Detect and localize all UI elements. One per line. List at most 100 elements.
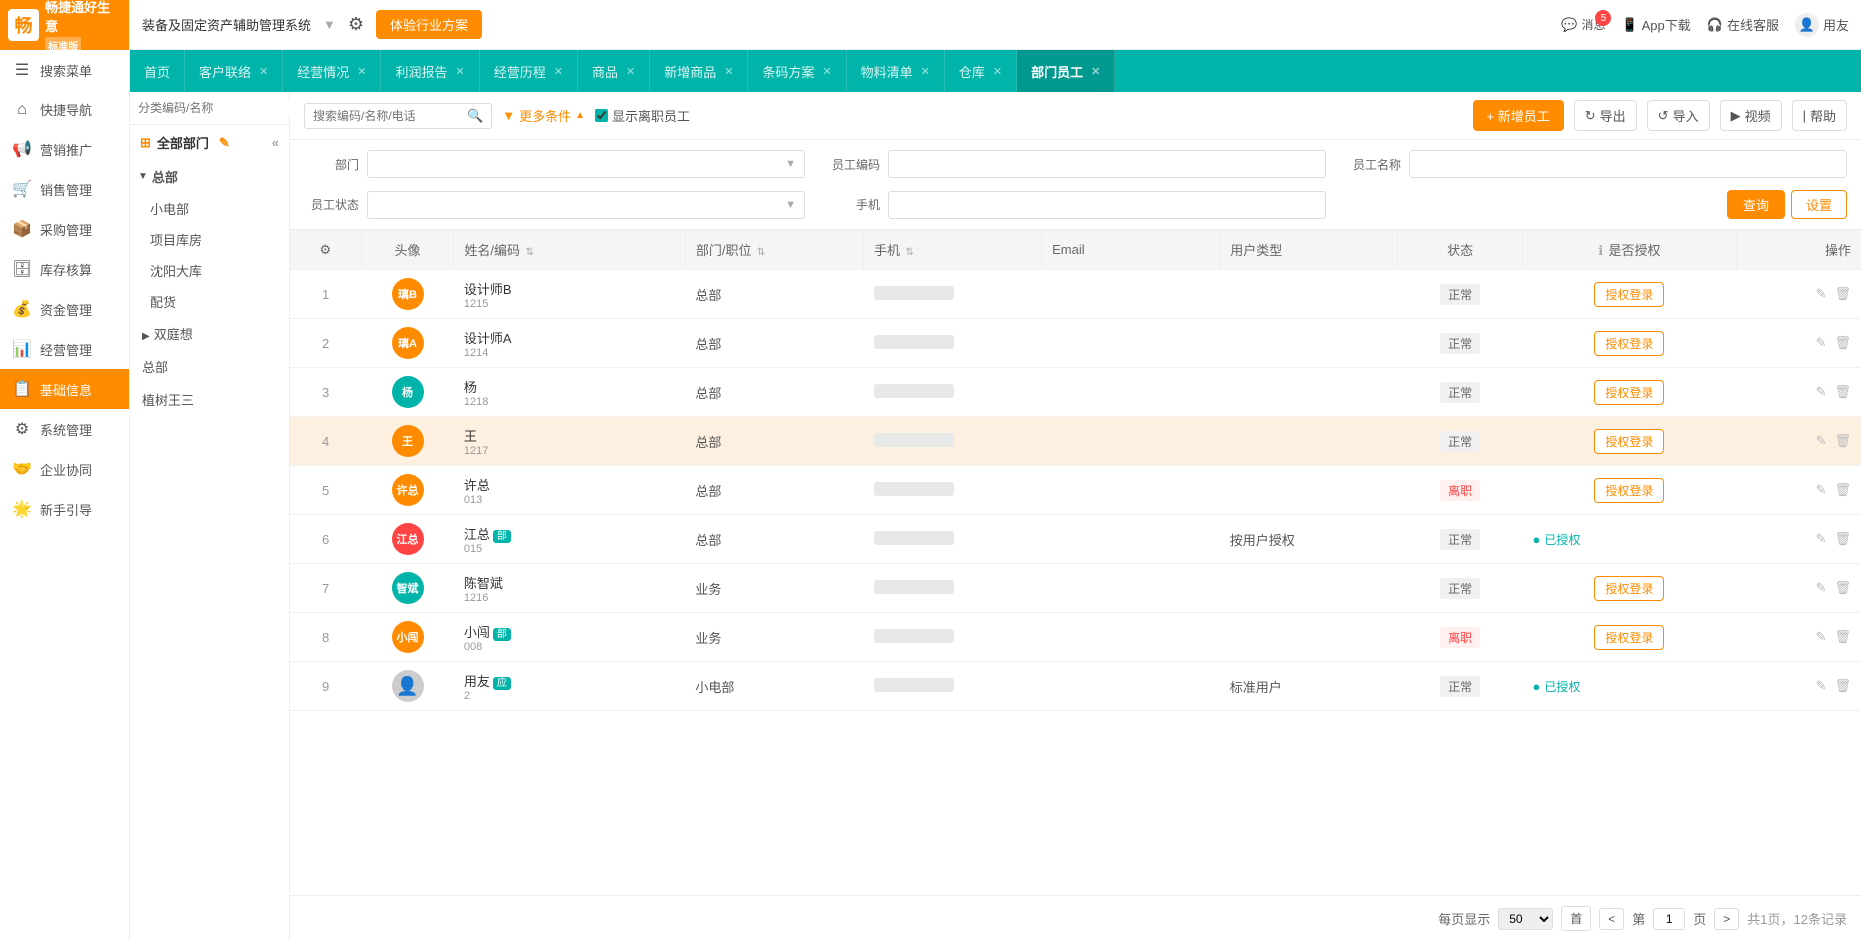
query-button[interactable]: 查询 [1727, 190, 1785, 219]
th-phone[interactable]: 手机 ⇅ [864, 230, 1042, 270]
sidebar-item-guide[interactable]: 🌟 新手引导 [0, 489, 129, 529]
tree-search-input[interactable] [138, 101, 293, 115]
sidebar-item-search-menu[interactable]: ☰ 搜索菜单 [0, 50, 129, 90]
edit-icon[interactable]: ✎ [1816, 531, 1827, 547]
export-button[interactable]: ↻ 导出 [1574, 100, 1637, 131]
filter-name-input[interactable] [1409, 150, 1847, 178]
filter-phone-input[interactable] [888, 191, 1326, 219]
show-resigned-checkbox-label[interactable]: 显示离职员工 [595, 106, 690, 125]
close-customer-tab[interactable]: ✕ [259, 65, 268, 78]
delete-icon[interactable]: 🗑 [1834, 629, 1851, 645]
tab-products[interactable]: 商品 ✕ [578, 50, 650, 92]
delete-icon[interactable]: 🗑 [1834, 531, 1851, 547]
help-button[interactable]: | 帮助 [1792, 100, 1847, 131]
close-warehouse-tab[interactable]: ✕ [993, 65, 1002, 78]
per-page-select[interactable]: 50 100 [1498, 908, 1553, 930]
close-operation-history-tab[interactable]: ✕ [554, 65, 563, 78]
delete-icon[interactable]: 🗑 [1834, 482, 1851, 498]
sidebar-item-basic-info[interactable]: 📋 基础信息 [0, 369, 129, 409]
edit-icon[interactable]: ✎ [1816, 482, 1827, 498]
edit-icon[interactable]: ✎ [1816, 580, 1827, 596]
tree-group-headquarters[interactable]: ▼ 总部 [130, 160, 289, 193]
auth-login-button[interactable]: 授权登录 [1594, 478, 1664, 503]
trial-button[interactable]: 体验行业方案 [376, 10, 482, 39]
auth-login-button[interactable]: 授权登录 [1594, 331, 1664, 356]
view-button[interactable]: ▶ 视频 [1720, 100, 1782, 131]
sidebar-item-collab[interactable]: 🤝 企业协同 [0, 449, 129, 489]
add-employee-button[interactable]: + 新增员工 [1473, 100, 1564, 131]
set-button[interactable]: 设置 [1791, 190, 1847, 219]
next-page-button[interactable]: > [1714, 908, 1739, 930]
th-name[interactable]: 姓名/编码 ⇅ [454, 230, 686, 270]
auth-login-button[interactable]: 授权登录 [1594, 429, 1664, 454]
tab-warehouse[interactable]: 仓库 ✕ [945, 50, 1017, 92]
show-resigned-checkbox[interactable] [595, 109, 608, 122]
tree-edit-icon[interactable]: ✎ [219, 135, 230, 151]
filter-code-input[interactable] [888, 150, 1326, 178]
auth-login-button[interactable]: 授权登录 [1594, 576, 1664, 601]
tab-profit[interactable]: 利润报告 ✕ [381, 50, 479, 92]
tab-material-list[interactable]: 物料清单 ✕ [847, 50, 945, 92]
sidebar-item-finance[interactable]: 💰 资金管理 [0, 289, 129, 329]
tab-barcode[interactable]: 条码方案 ✕ [748, 50, 846, 92]
edit-icon[interactable]: ✎ [1816, 286, 1827, 302]
tab-operation-status[interactable]: 经营情况 ✕ [283, 50, 381, 92]
th-dept[interactable]: 部门/职位 ⇅ [685, 230, 863, 270]
edit-icon[interactable]: ✎ [1816, 384, 1827, 400]
sidebar-item-operation[interactable]: 📊 经营管理 [0, 329, 129, 369]
topbar-dropdown-arrow[interactable]: ▼ [323, 17, 336, 32]
message-icon-btn[interactable]: 💬 消息 5 [1561, 16, 1605, 33]
page-number-input[interactable] [1653, 908, 1685, 930]
tree-item-headquarters[interactable]: 总部 [130, 350, 289, 383]
delete-icon[interactable]: 🗑 [1834, 384, 1851, 400]
tab-add-product[interactable]: 新增商品 ✕ [650, 50, 748, 92]
th-settings[interactable]: ⚙ [290, 230, 361, 270]
tree-item-zhushuwangsan[interactable]: 植树王三 [130, 383, 289, 416]
delete-icon[interactable]: 🗑 [1834, 433, 1851, 449]
tab-department[interactable]: 部门员工 ✕ [1017, 50, 1115, 92]
edit-icon[interactable]: ✎ [1816, 629, 1827, 645]
close-products-tab[interactable]: ✕ [626, 65, 635, 78]
delete-icon[interactable]: 🗑 [1834, 335, 1851, 351]
delete-icon[interactable]: 🗑 [1834, 286, 1851, 302]
edit-icon[interactable]: ✎ [1816, 433, 1827, 449]
close-add-product-tab[interactable]: ✕ [724, 65, 733, 78]
prev-page-button[interactable]: < [1599, 908, 1624, 930]
tab-customer[interactable]: 客户联络 ✕ [185, 50, 283, 92]
auth-login-button[interactable]: 授权登录 [1594, 380, 1664, 405]
tree-item-shenyang[interactable]: 沈阳大库 [130, 255, 289, 286]
tree-item-delivery[interactable]: 配货 [130, 286, 289, 317]
delete-icon[interactable]: 🗑 [1834, 678, 1851, 694]
tree-item-project-warehouse[interactable]: 项目库房 [130, 224, 289, 255]
filter-search-input[interactable] [313, 109, 463, 123]
auth-login-button[interactable]: 授权登录 [1594, 282, 1664, 307]
edit-icon[interactable]: ✎ [1816, 335, 1827, 351]
sidebar-item-marketing[interactable]: 📢 营销推广 [0, 129, 129, 169]
filter-status-select[interactable]: ▼ [367, 191, 805, 219]
import-button[interactable]: ↺ 导入 [1647, 100, 1710, 131]
tree-item-shuangting[interactable]: ▶双庭想 [130, 317, 289, 350]
edit-icon[interactable]: ✎ [1816, 678, 1827, 694]
first-page-button[interactable]: 首 [1561, 906, 1591, 931]
sidebar-item-inventory[interactable]: 🗄 库存核算 [0, 249, 129, 289]
tab-operation-history[interactable]: 经营历程 ✕ [480, 50, 578, 92]
app-download-btn[interactable]: 📱 App下载 [1621, 15, 1690, 34]
online-service-btn[interactable]: 🎧 在线客服 [1707, 15, 1779, 34]
close-operation-status-tab[interactable]: ✕ [357, 65, 366, 78]
sidebar-item-system[interactable]: ⚙ 系统管理 [0, 409, 129, 449]
user-btn[interactable]: 👤 用友 [1795, 13, 1849, 37]
tree-item-xiaodian[interactable]: 小电部 [130, 193, 289, 224]
sidebar-item-quick-nav[interactable]: ⌂ 快捷导航 [0, 90, 129, 129]
filter-more-btn[interactable]: ▼ 更多条件 ▲ [502, 106, 585, 125]
close-profit-tab[interactable]: ✕ [456, 65, 465, 78]
auth-login-button[interactable]: 授权登录 [1594, 625, 1664, 650]
sidebar-item-sales[interactable]: 🛒 销售管理 [0, 169, 129, 209]
close-material-list-tab[interactable]: ✕ [921, 65, 930, 78]
delete-icon[interactable]: 🗑 [1834, 580, 1851, 596]
gear-button[interactable]: ⚙ [344, 14, 368, 35]
sidebar-item-purchase[interactable]: 📦 采购管理 [0, 209, 129, 249]
tab-home[interactable]: 首页 [130, 50, 185, 92]
tree-collapse-icon[interactable]: « [272, 135, 279, 150]
filter-dept-select[interactable]: ▼ [367, 150, 805, 178]
close-barcode-tab[interactable]: ✕ [822, 65, 831, 78]
